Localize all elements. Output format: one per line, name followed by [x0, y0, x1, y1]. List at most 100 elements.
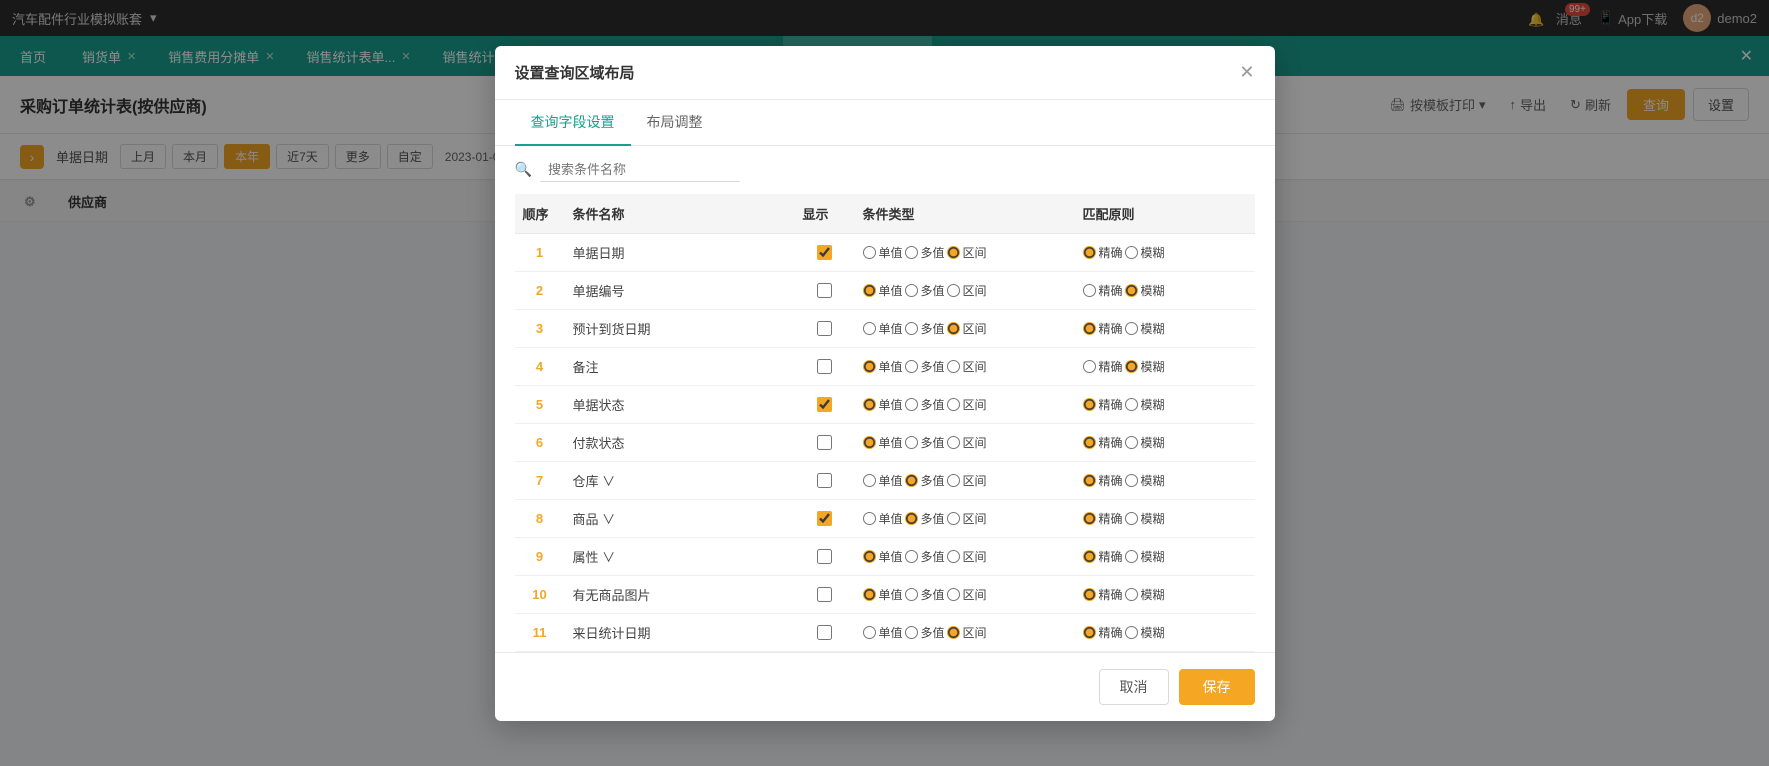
type-radio-single-6[interactable] [863, 436, 876, 449]
type-radio-multi-2[interactable] [905, 284, 918, 297]
display-checkbox-9[interactable] [817, 549, 832, 564]
display-checkbox-4[interactable] [817, 359, 832, 374]
match-radio-precise-7[interactable] [1083, 474, 1096, 487]
type-label-range-10: 区间 [963, 586, 987, 603]
type-label-range-2: 区间 [963, 282, 987, 299]
type-option-multi-9: 多值 [905, 548, 945, 565]
row-name-8: 商品 ∨ [565, 499, 795, 537]
display-checkbox-2[interactable] [817, 283, 832, 298]
match-radio-fuzzy-11[interactable] [1125, 626, 1138, 639]
type-radio-range-6[interactable] [947, 436, 960, 449]
type-radio-range-7[interactable] [947, 474, 960, 487]
match-radio-precise-6[interactable] [1083, 436, 1096, 449]
match-option-fuzzy-9: 模糊 [1125, 548, 1165, 565]
match-radio-fuzzy-8[interactable] [1125, 512, 1138, 525]
row-name-7: 仓库 ∨ [565, 461, 795, 499]
type-option-range-3: 区间 [947, 320, 987, 337]
dialog-close-button[interactable]: ✕ [1239, 63, 1254, 81]
type-radio-single-8[interactable] [863, 512, 876, 525]
display-checkbox-7[interactable] [817, 473, 832, 488]
row-match-9: 精确模糊 [1075, 537, 1255, 575]
display-checkbox-5[interactable] [817, 397, 832, 412]
type-option-single-10: 单值 [863, 586, 903, 603]
match-radio-fuzzy-10[interactable] [1125, 588, 1138, 601]
type-radio-range-8[interactable] [947, 512, 960, 525]
match-radio-precise-11[interactable] [1083, 626, 1096, 639]
type-label-range-8: 区间 [963, 510, 987, 527]
display-checkbox-1[interactable] [817, 245, 832, 260]
type-radio-multi-9[interactable] [905, 550, 918, 563]
search-icon: 🔍 [515, 161, 532, 178]
type-radio-range-1[interactable] [947, 246, 960, 259]
display-checkbox-6[interactable] [817, 435, 832, 450]
display-checkbox-11[interactable] [817, 625, 832, 640]
display-checkbox-8[interactable] [817, 511, 832, 526]
row-order-4: 4 [515, 347, 565, 385]
type-radio-multi-8[interactable] [905, 512, 918, 525]
type-option-range-9: 区间 [947, 548, 987, 565]
row-order-8: 8 [515, 499, 565, 537]
match-radio-precise-1[interactable] [1083, 246, 1096, 259]
display-checkbox-3[interactable] [817, 321, 832, 336]
type-radio-multi-10[interactable] [905, 588, 918, 601]
match-radio-precise-10[interactable] [1083, 588, 1096, 601]
type-radio-multi-1[interactable] [905, 246, 918, 259]
type-radio-range-5[interactable] [947, 398, 960, 411]
match-radio-precise-4[interactable] [1083, 360, 1096, 373]
type-radio-single-2[interactable] [863, 284, 876, 297]
type-radio-range-11[interactable] [947, 626, 960, 639]
type-radio-single-11[interactable] [863, 626, 876, 639]
type-radio-multi-6[interactable] [905, 436, 918, 449]
type-radio-multi-4[interactable] [905, 360, 918, 373]
match-radio-fuzzy-7[interactable] [1125, 474, 1138, 487]
type-radio-range-4[interactable] [947, 360, 960, 373]
type-radio-single-1[interactable] [863, 246, 876, 259]
type-radio-single-4[interactable] [863, 360, 876, 373]
match-option-precise-8: 精确 [1083, 510, 1123, 527]
match-radio-precise-2[interactable] [1083, 284, 1096, 297]
type-option-single-11: 单值 [863, 624, 903, 641]
row-match-11: 精确模糊 [1075, 613, 1255, 651]
dialog-tab-layout-adjust[interactable]: 布局调整 [631, 100, 719, 146]
match-label-fuzzy-9: 模糊 [1141, 548, 1165, 565]
match-radio-fuzzy-9[interactable] [1125, 550, 1138, 563]
type-radio-range-2[interactable] [947, 284, 960, 297]
match-radio-fuzzy-3[interactable] [1125, 322, 1138, 335]
dialog-search-input[interactable] [540, 158, 740, 182]
type-radio-multi-7[interactable] [905, 474, 918, 487]
type-radio-multi-11[interactable] [905, 626, 918, 639]
type-option-multi-4: 多值 [905, 358, 945, 375]
type-radio-single-7[interactable] [863, 474, 876, 487]
match-option-fuzzy-6: 模糊 [1125, 434, 1165, 451]
match-radio-precise-3[interactable] [1083, 322, 1096, 335]
match-radio-fuzzy-6[interactable] [1125, 436, 1138, 449]
type-radio-range-9[interactable] [947, 550, 960, 563]
match-radio-fuzzy-1[interactable] [1125, 246, 1138, 259]
type-option-multi-1: 多值 [905, 244, 945, 261]
dialog-tab-query-fields[interactable]: 查询字段设置 [515, 100, 631, 146]
match-radio-fuzzy-4[interactable] [1125, 360, 1138, 373]
type-radio-single-3[interactable] [863, 322, 876, 335]
row-display-8 [795, 499, 855, 537]
type-radio-single-10[interactable] [863, 588, 876, 601]
type-radio-range-10[interactable] [947, 588, 960, 601]
type-radio-multi-5[interactable] [905, 398, 918, 411]
dialog-table-row: 2单据编号单值多值区间精确模糊 [515, 271, 1255, 309]
match-radio-fuzzy-5[interactable] [1125, 398, 1138, 411]
dialog-cancel-button[interactable]: 取消 [1099, 669, 1169, 705]
th-display: 显示 [795, 194, 855, 234]
match-radio-precise-8[interactable] [1083, 512, 1096, 525]
type-radio-multi-3[interactable] [905, 322, 918, 335]
type-radio-range-3[interactable] [947, 322, 960, 335]
match-label-fuzzy-6: 模糊 [1141, 434, 1165, 451]
match-radio-fuzzy-2[interactable] [1125, 284, 1138, 297]
match-radio-precise-5[interactable] [1083, 398, 1096, 411]
type-radio-single-9[interactable] [863, 550, 876, 563]
match-option-fuzzy-8: 模糊 [1125, 510, 1165, 527]
row-name-2: 单据编号 [565, 271, 795, 309]
display-checkbox-10[interactable] [817, 587, 832, 602]
dialog-save-button[interactable]: 保存 [1179, 669, 1255, 705]
match-radio-precise-9[interactable] [1083, 550, 1096, 563]
type-label-multi-5: 多值 [921, 396, 945, 413]
type-radio-single-5[interactable] [863, 398, 876, 411]
